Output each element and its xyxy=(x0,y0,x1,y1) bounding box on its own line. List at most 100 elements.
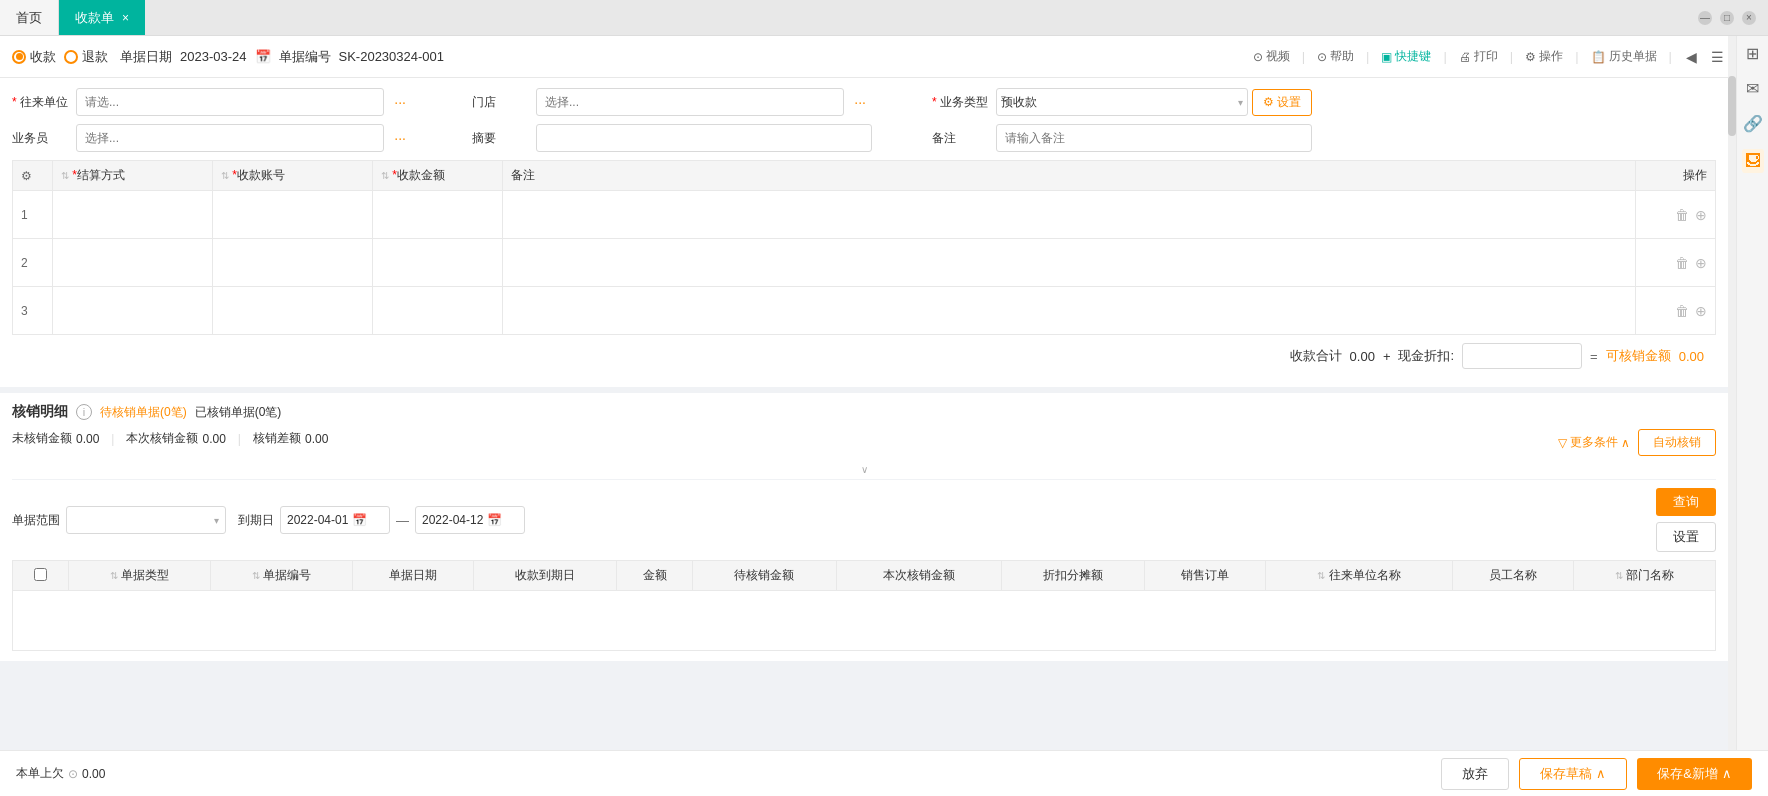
store-more-icon[interactable]: ··· xyxy=(848,94,872,110)
row-3-delete-icon[interactable]: 🗑 xyxy=(1675,303,1689,319)
radio-refund[interactable]: 退款 xyxy=(64,48,108,66)
row-2-settlement[interactable] xyxy=(53,239,213,287)
window-minimize-button[interactable]: — xyxy=(1698,11,1712,25)
row-1-remark[interactable] xyxy=(503,191,1636,239)
select-all-checkbox[interactable] xyxy=(34,568,47,581)
th-dept-name: ⇅ 部门名称 xyxy=(1573,561,1715,591)
row-2-remark[interactable] xyxy=(503,239,1636,287)
counterpart-input[interactable] xyxy=(76,88,384,116)
th-amount: 金额 xyxy=(617,561,693,591)
actions-button[interactable]: ⚙ 操作 xyxy=(1521,46,1567,67)
counterpart-label: 往来单位 xyxy=(12,94,72,111)
bottom-table-header: ⇅ 单据类型 ⇅ 单据编号 单据日期 收款到期日 xyxy=(13,561,1716,591)
toolbar: 收款 退款 单据日期 2023-03-24 📅 单据编号 SK-20230324… xyxy=(0,36,1768,78)
save-draft-button[interactable]: 保存草稿 ∧ xyxy=(1519,758,1627,790)
verify-table: ⇅ 单据类型 ⇅ 单据编号 单据日期 收款到期日 xyxy=(12,560,1716,651)
tab-done[interactable]: 已核销单据(0笔) xyxy=(195,404,282,421)
window-close-button[interactable]: × xyxy=(1742,11,1756,25)
th-gear: ⚙ xyxy=(13,161,53,191)
radio-refund-label: 退款 xyxy=(82,48,108,66)
range-select[interactable]: ▾ xyxy=(66,506,226,534)
row-1-delete-icon[interactable]: 🗑 xyxy=(1675,207,1689,223)
save-new-button[interactable]: 保存&新增 ∧ xyxy=(1637,758,1752,790)
sidebar-camera-icon[interactable]: ⛾ xyxy=(1742,149,1764,173)
row-3-settlement[interactable] xyxy=(53,287,213,335)
tab-pending[interactable]: 待核销单据(0笔) xyxy=(100,404,187,421)
view-list-icon[interactable]: ☰ xyxy=(1705,47,1730,67)
row-2-amount[interactable] xyxy=(373,239,503,287)
row-1-amount[interactable] xyxy=(373,191,503,239)
filter-settings-button[interactable]: 设置 xyxy=(1656,522,1716,552)
th-doc-number: ⇅ 单据编号 xyxy=(210,561,352,591)
table-gear-icon[interactable]: ⚙ xyxy=(21,169,32,183)
video-icon: ⊙ xyxy=(1253,50,1263,64)
row-3-amount[interactable] xyxy=(373,287,503,335)
print-button[interactable]: 🖨 打印 xyxy=(1455,46,1502,67)
tab-active-label: 收款单 xyxy=(75,9,114,27)
verify-stats: 未核销金额 0.00 | 本次核销金额 0.00 | 核销差额 0.00 xyxy=(12,430,328,447)
row-1-account[interactable] xyxy=(213,191,373,239)
current-value: 0.00 xyxy=(202,432,225,446)
sidebar-table-icon[interactable]: ⊞ xyxy=(1746,44,1759,63)
discount-input[interactable] xyxy=(1462,343,1582,369)
row-2-account[interactable] xyxy=(213,239,373,287)
summary-input[interactable] xyxy=(536,124,872,152)
sidebar-mail-icon[interactable]: ✉ xyxy=(1746,79,1759,98)
scrollbar-track xyxy=(1728,36,1736,750)
footer-buttons: 放弃 保存草稿 ∧ 保存&新增 ∧ xyxy=(1441,758,1752,790)
date-range-dash: — xyxy=(396,513,409,528)
video-button[interactable]: ⊙ 视频 xyxy=(1249,46,1294,67)
row-2-delete-icon[interactable]: 🗑 xyxy=(1675,255,1689,271)
row-1-settlement[interactable] xyxy=(53,191,213,239)
sidebar-link-icon[interactable]: 🔗 xyxy=(1743,114,1763,133)
calendar-icon[interactable]: 📅 xyxy=(255,49,271,64)
radio-receive[interactable]: 收款 xyxy=(12,48,56,66)
business-type-section: 业务类型 预收款 ▾ ⚙ 设置 xyxy=(932,88,1312,116)
radio-refund-circle xyxy=(64,50,78,64)
row-3-copy-icon[interactable]: ⊕ xyxy=(1695,303,1707,319)
th-pending: 待核销金额 xyxy=(693,561,836,591)
salesperson-label: 业务员 xyxy=(12,130,72,147)
tab-close-icon[interactable]: × xyxy=(122,11,129,25)
abandon-button[interactable]: 放弃 xyxy=(1441,758,1509,790)
table-row: 2 🗑 ⊕ xyxy=(13,239,1716,287)
form-settings-button[interactable]: ⚙ 设置 xyxy=(1252,89,1312,116)
th-due-date: 收款到期日 xyxy=(473,561,616,591)
remark-input[interactable] xyxy=(996,124,1312,152)
footer-info-icon[interactable]: ⊙ xyxy=(68,767,78,781)
more-conditions-button[interactable]: ▽ 更多条件 ∧ xyxy=(1558,434,1630,451)
date-from-picker[interactable]: 2022-04-01 📅 xyxy=(280,506,390,534)
query-button[interactable]: 查询 xyxy=(1656,488,1716,516)
summary-section: 摘要 xyxy=(472,124,872,152)
view-prev-icon[interactable]: ◀ xyxy=(1680,47,1703,67)
row-1-copy-icon[interactable]: ⊕ xyxy=(1695,207,1707,223)
radio-receive-circle xyxy=(12,50,26,64)
date-to-picker[interactable]: 2022-04-12 📅 xyxy=(415,506,525,534)
th-counterpart-name: ⇅ 往来单位名称 xyxy=(1266,561,1453,591)
tab-home[interactable]: 首页 xyxy=(0,0,59,35)
tab-active[interactable]: 收款单 × xyxy=(59,0,145,35)
salesperson-input[interactable] xyxy=(76,124,384,152)
equal-sign: = xyxy=(1590,349,1598,364)
row-3-account[interactable] xyxy=(213,287,373,335)
window-maximize-button[interactable]: □ xyxy=(1720,11,1734,25)
summary-row: 收款合计 0.00 + 现金折扣: = 可核销金额 0.00 xyxy=(12,335,1716,377)
result-value: 0.00 xyxy=(1679,349,1704,364)
number-label: 单据编号 xyxy=(279,48,331,66)
auto-verify-button[interactable]: 自动核销 xyxy=(1638,429,1716,456)
help-button[interactable]: ⊙ 帮助 xyxy=(1313,46,1358,67)
verify-info-icon[interactable]: i xyxy=(76,404,92,420)
verify-actions: ▽ 更多条件 ∧ 自动核销 xyxy=(1558,429,1716,456)
salesperson-more-icon[interactable]: ··· xyxy=(388,130,412,146)
row-2-copy-icon[interactable]: ⊕ xyxy=(1695,255,1707,271)
verify-section: 核销明细 i 待核销单据(0笔) 已核销单据(0笔) 未核销金额 0.00 | … xyxy=(0,393,1728,661)
row-3-remark[interactable] xyxy=(503,287,1636,335)
counterpart-more-icon[interactable]: ··· xyxy=(388,94,412,110)
scrollbar-thumb[interactable] xyxy=(1728,76,1736,136)
history-button[interactable]: 📋 历史单据 xyxy=(1587,46,1661,67)
shortcut-button[interactable]: ▣ 快捷键 xyxy=(1377,46,1435,67)
th-remark: 备注 xyxy=(503,161,1636,191)
store-input[interactable] xyxy=(536,88,844,116)
type-radio-group: 收款 退款 xyxy=(12,48,108,66)
business-type-select[interactable]: 预收款 ▾ xyxy=(996,88,1248,116)
